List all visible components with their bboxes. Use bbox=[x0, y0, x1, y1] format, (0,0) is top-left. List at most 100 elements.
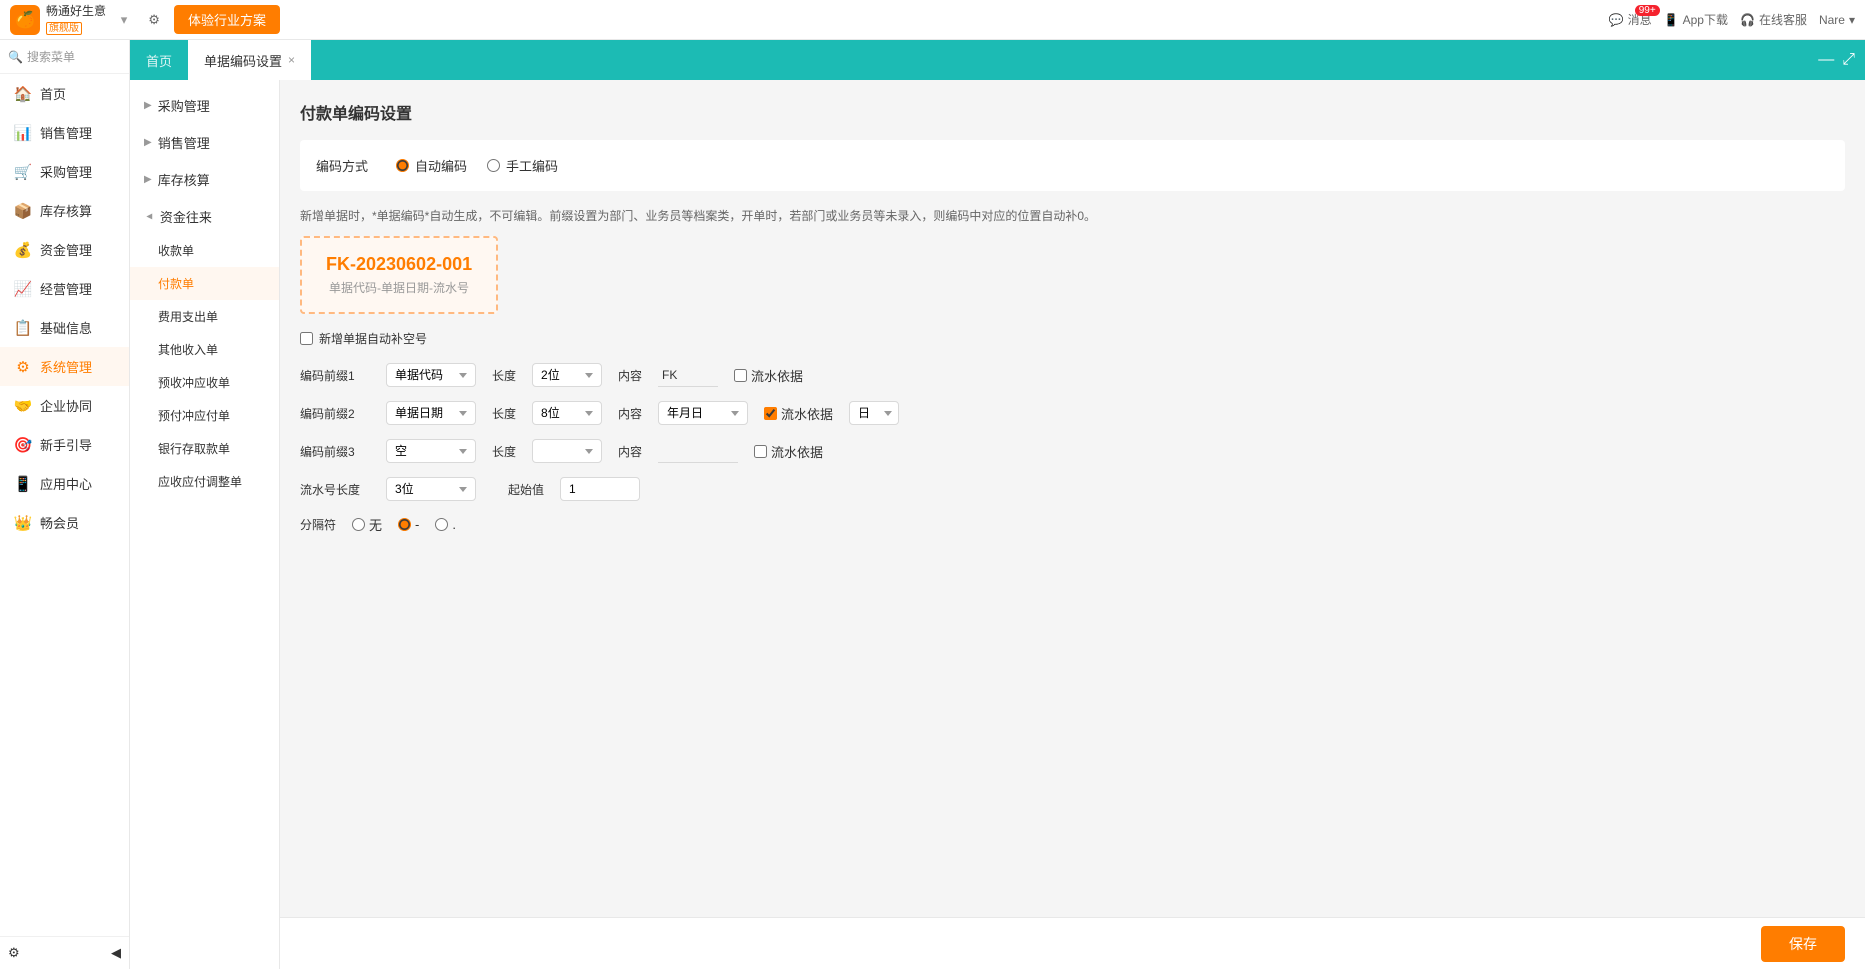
radio-manual[interactable]: 手工编码 bbox=[487, 156, 558, 175]
serial-length-label: 流水号长度 bbox=[300, 481, 370, 498]
sidebar-item-apps[interactable]: 📱 应用中心 bbox=[0, 464, 129, 503]
prefix3-content-label: 内容 bbox=[618, 443, 642, 460]
prefix3-row: 编码前缀3 单据代码 单据日期 部门 业务员 空 长度 bbox=[300, 439, 1845, 463]
sidebar-item-sales[interactable]: 📊 销售管理 bbox=[0, 113, 129, 152]
sidebar-item-guide[interactable]: 🎯 新手引导 bbox=[0, 425, 129, 464]
prefix3-length-select[interactable] bbox=[532, 439, 602, 463]
serial-start-input[interactable] bbox=[560, 477, 640, 501]
prefix1-length-select[interactable]: 2位 3位 4位 bbox=[532, 363, 602, 387]
sidebar-item-operations[interactable]: 📈 经营管理 bbox=[0, 269, 129, 308]
user-avatar[interactable]: Nare ▾ bbox=[1819, 13, 1855, 27]
sidebar-item-basic[interactable]: 📋 基础信息 bbox=[0, 308, 129, 347]
radio-auto[interactable]: 自动编码 bbox=[396, 156, 467, 175]
enterprise-icon: 🤝 bbox=[14, 397, 32, 415]
sidebar-item-enterprise[interactable]: 🤝 企业协同 bbox=[0, 386, 129, 425]
tab-close-icon[interactable]: × bbox=[288, 53, 295, 67]
sep-dot-label: . bbox=[452, 517, 456, 532]
sidebar-settings-icon[interactable]: ⚙ bbox=[8, 945, 20, 961]
tab-home[interactable]: 首页 bbox=[130, 40, 188, 80]
prefix1-serial-checkbox[interactable] bbox=[734, 369, 747, 382]
prefix2-serial-checkbox-label[interactable]: 流水依据 bbox=[764, 404, 833, 423]
sep-dash-input[interactable] bbox=[398, 518, 411, 531]
sub-menu-item-bank-deposit[interactable]: 银行存取款单 bbox=[130, 432, 279, 465]
serial-row: 流水号长度 2位 3位 4位 5位 起始值 bbox=[300, 477, 1845, 501]
message-badge: 99+ bbox=[1635, 5, 1660, 16]
sidebar-item-inventory[interactable]: 📦 库存核算 bbox=[0, 191, 129, 230]
app-download-label: App下载 bbox=[1683, 11, 1728, 28]
prefix2-content-select[interactable]: 年月日 年月 年 月日 bbox=[658, 401, 748, 425]
sub-menu-header-sales[interactable]: ▶ 销售管理 bbox=[130, 125, 279, 160]
prefix1-serial-checkbox-label[interactable]: 流水依据 bbox=[734, 366, 803, 385]
auto-fill-checkbox[interactable] bbox=[300, 332, 313, 345]
dropdown-arrow-btn[interactable]: ▾ bbox=[114, 10, 134, 30]
sidebar-search[interactable]: 🔍 搜索菜单 bbox=[0, 40, 129, 74]
serial-start-label: 起始值 bbox=[508, 481, 544, 498]
prefix2-serial-label: 流水依据 bbox=[781, 404, 833, 423]
sub-menu-item-payment[interactable]: 付款单 bbox=[130, 267, 279, 300]
sub-menu-item-prepay-receivable[interactable]: 预收冲应收单 bbox=[130, 366, 279, 399]
message-btn[interactable]: 💬 消息 99+ bbox=[1609, 11, 1652, 28]
serial-length-select[interactable]: 2位 3位 4位 5位 bbox=[386, 477, 476, 501]
app-download-btn[interactable]: 📱 App下载 bbox=[1664, 11, 1728, 28]
sidebar-label-apps: 应用中心 bbox=[40, 474, 92, 493]
sep-dot-input[interactable] bbox=[435, 518, 448, 531]
sidebar-item-purchase[interactable]: 🛒 采购管理 bbox=[0, 152, 129, 191]
prefix2-label: 编码前缀2 bbox=[300, 405, 370, 422]
inner-layout: ▶ 采购管理 ▶ 销售管理 ▶ 库存核算 bbox=[130, 80, 1865, 969]
sidebar-item-finance[interactable]: 💰 资金管理 bbox=[0, 230, 129, 269]
code-preview-box: FK-20230602-001 单据代码-单据日期-流水号 bbox=[300, 236, 498, 314]
sep-dash-radio[interactable]: - bbox=[398, 517, 419, 532]
sub-menu-header-purchase[interactable]: ▶ 采购管理 bbox=[130, 88, 279, 123]
prefix1-label: 编码前缀1 bbox=[300, 367, 370, 384]
sub-menu-item-prepay-payable[interactable]: 预付冲应付单 bbox=[130, 399, 279, 432]
online-service-btn[interactable]: 🎧 在线客服 bbox=[1740, 11, 1807, 28]
chevron-sales-icon: ▶ bbox=[144, 137, 152, 148]
sidebar-item-member[interactable]: 👑 畅会员 bbox=[0, 503, 129, 542]
tab-minimize-icon[interactable]: — bbox=[1818, 51, 1834, 69]
sub-menu-header-inventory[interactable]: ▶ 库存核算 bbox=[130, 162, 279, 197]
sidebar-label-member: 畅会员 bbox=[40, 513, 79, 532]
sub-menu-item-receivable-adjust[interactable]: 应收应付调整单 bbox=[130, 465, 279, 498]
tab-maximize-icon[interactable]: ⤢ bbox=[1842, 51, 1855, 69]
sidebar-item-home[interactable]: 🏠 首页 bbox=[0, 74, 129, 113]
sidebar-label-purchase: 采购管理 bbox=[40, 162, 92, 181]
sep-none-radio[interactable]: 无 bbox=[352, 515, 382, 534]
purchase-icon: 🛒 bbox=[14, 163, 32, 181]
brand-area: 🍊 畅通好生意 旗舰版 bbox=[10, 4, 106, 35]
save-button[interactable]: 保存 bbox=[1761, 926, 1845, 962]
sub-menu-group-capital: ▼ 资金往来 收款单 付款单 费用支出单 其他收入单 预收冲应收单 预付冲应付单… bbox=[130, 199, 279, 498]
sidebar-item-system[interactable]: ⚙ 系统管理 bbox=[0, 347, 129, 386]
inventory-icon: 📦 bbox=[14, 202, 32, 220]
prefix2-length-label: 长度 bbox=[492, 405, 516, 422]
prefix2-day-select[interactable]: 日 月 年 bbox=[849, 401, 899, 425]
content-area: 首页 单据编码设置 × — ⤢ ▶ 采购管理 bbox=[130, 40, 1865, 969]
prefix2-serial-checkbox[interactable] bbox=[764, 407, 777, 420]
prefix3-serial-checkbox-label[interactable]: 流水依据 bbox=[754, 442, 823, 461]
sub-menu-item-receipt[interactable]: 收款单 bbox=[130, 234, 279, 267]
tab-bar: 首页 单据编码设置 × — ⤢ bbox=[130, 40, 1865, 80]
prefix3-serial-checkbox[interactable] bbox=[754, 445, 767, 458]
prefix2-content-label: 内容 bbox=[618, 405, 642, 422]
settings-gear-btn[interactable]: ⚙ bbox=[142, 8, 166, 32]
prefix2-length-select[interactable]: 4位 6位 8位 bbox=[532, 401, 602, 425]
trial-button[interactable]: 体验行业方案 bbox=[174, 5, 280, 34]
sidebar-collapse-icon[interactable]: ◀ bbox=[111, 945, 121, 961]
sub-menu-group-sales: ▶ 销售管理 bbox=[130, 125, 279, 160]
radio-manual-input[interactable] bbox=[487, 159, 500, 172]
prefix3-select[interactable]: 单据代码 单据日期 部门 业务员 空 bbox=[386, 439, 476, 463]
brand-text: 畅通好生意 旗舰版 bbox=[46, 4, 106, 35]
sep-none-input[interactable] bbox=[352, 518, 365, 531]
prefix1-select[interactable]: 单据代码 单据日期 部门 业务员 空 bbox=[386, 363, 476, 387]
sub-menu-header-capital[interactable]: ▼ 资金往来 bbox=[130, 199, 279, 234]
prefix2-select[interactable]: 单据代码 单据日期 部门 业务员 空 bbox=[386, 401, 476, 425]
prefix1-serial-label: 流水依据 bbox=[751, 366, 803, 385]
radio-auto-input[interactable] bbox=[396, 159, 409, 172]
sep-dot-radio[interactable]: . bbox=[435, 517, 456, 532]
sub-menu-item-expense[interactable]: 费用支出单 bbox=[130, 300, 279, 333]
main-section: 付款单编码设置 编码方式 自动编码 bbox=[280, 80, 1865, 969]
tab-serial-settings[interactable]: 单据编码设置 × bbox=[188, 40, 311, 80]
sidebar-label-home: 首页 bbox=[40, 84, 66, 103]
page-title: 付款单编码设置 bbox=[300, 100, 1845, 124]
sub-menu-capital-label: 资金往来 bbox=[160, 207, 212, 226]
sub-menu-item-other-income[interactable]: 其他收入单 bbox=[130, 333, 279, 366]
